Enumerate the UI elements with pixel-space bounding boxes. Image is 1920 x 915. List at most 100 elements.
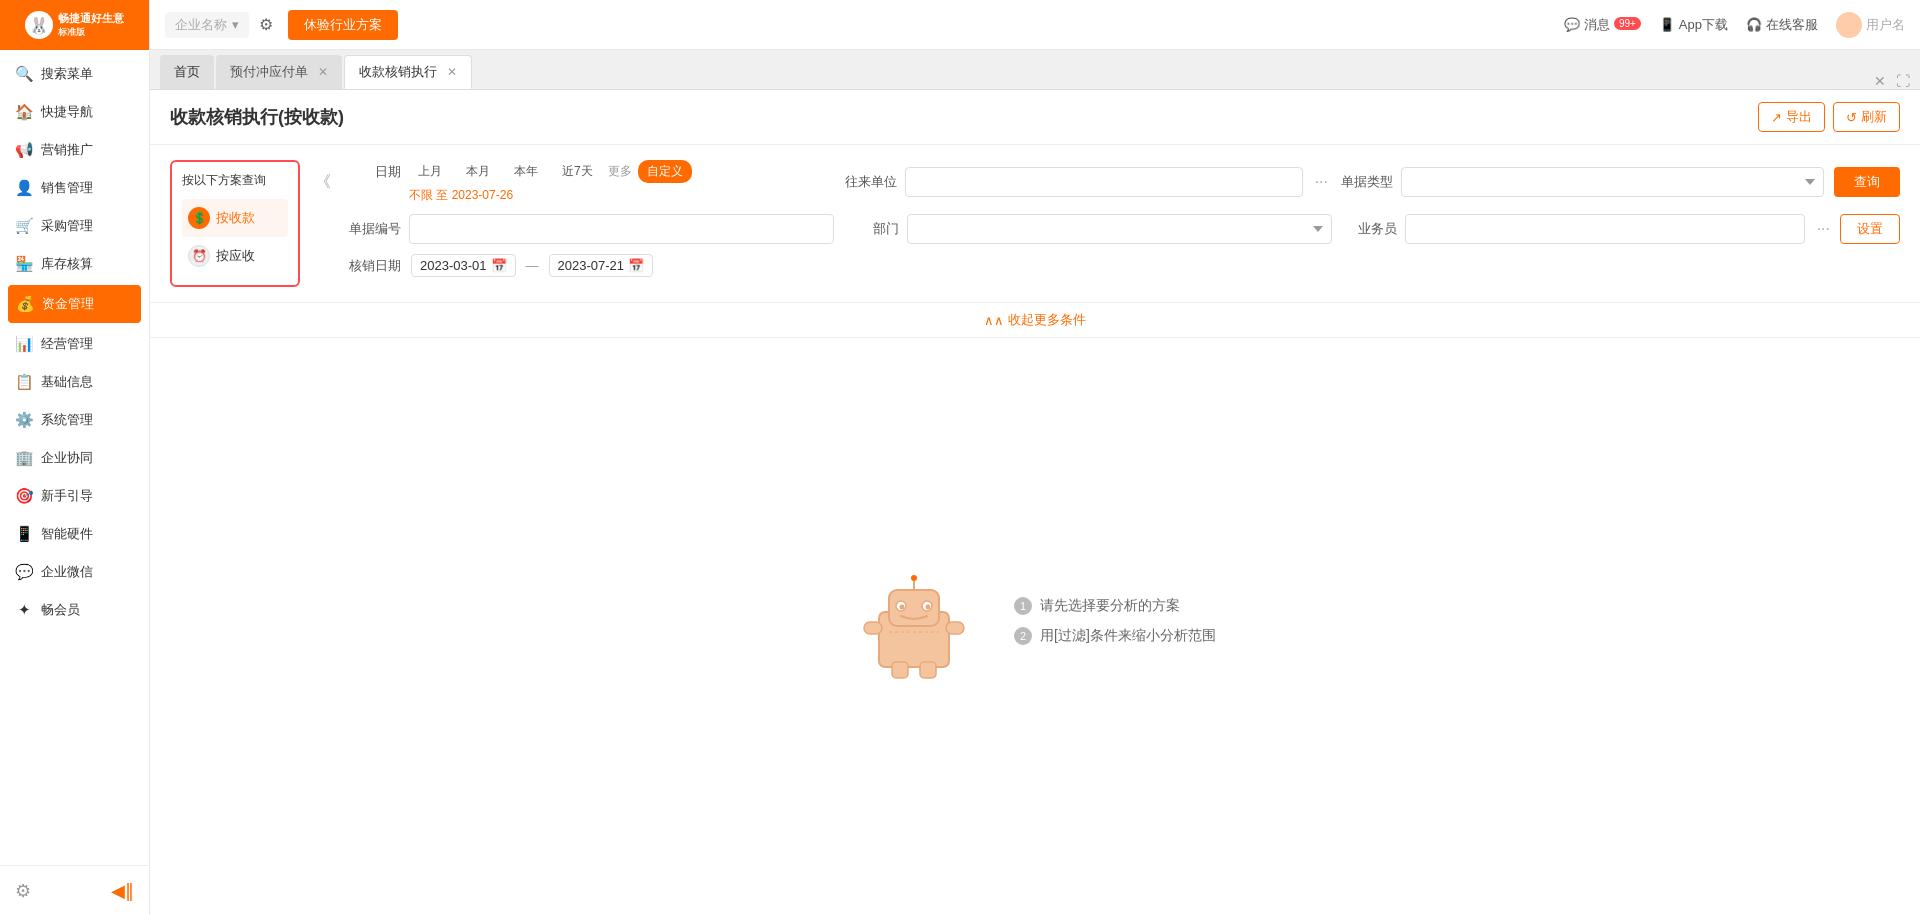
finance-icon: 💰	[16, 295, 34, 313]
salesperson-more-btn[interactable]: ···	[1817, 220, 1830, 238]
message-label: 消息	[1584, 16, 1610, 34]
salesperson-input[interactable]	[1405, 214, 1805, 244]
sidebar-item-wechat[interactable]: 💬 企业微信	[0, 553, 149, 591]
step-2-text: 用[过滤]条件来缩小分析范围	[1040, 627, 1216, 645]
sidebar-item-hardware[interactable]: 📱 智能硬件	[0, 515, 149, 553]
date-tab-last-month[interactable]: 上月	[409, 160, 451, 183]
sidebar-item-label: 智能硬件	[41, 525, 93, 543]
app-icon: 📱	[1659, 17, 1675, 32]
step-2-num: 2	[1014, 627, 1032, 645]
doc-type-select[interactable]	[1401, 167, 1824, 197]
sidebar-item-finance[interactable]: 💰 资金管理	[8, 285, 141, 323]
tab-home[interactable]: 首页	[160, 55, 214, 89]
message-icon: 💬	[1564, 17, 1580, 32]
tab-writeoff[interactable]: 收款核销执行 ✕	[344, 55, 472, 89]
filter-option-by-receipt[interactable]: 💲 按收款	[182, 199, 288, 237]
sidebar-item-system[interactable]: ⚙️ 系统管理	[0, 401, 149, 439]
date-filter-tabs: 上月 本月 本年 近7天 更多 自定义	[409, 160, 692, 183]
app-download-btn[interactable]: 📱 App下载	[1659, 16, 1728, 34]
tab-prepay-label: 预付冲应付单	[230, 63, 308, 81]
setting-button[interactable]: 设置	[1840, 214, 1900, 244]
collapse-sidebar-btn[interactable]: ◀‖	[111, 880, 134, 902]
sidebar-item-basic-info[interactable]: 📋 基础信息	[0, 363, 149, 401]
svg-point-7	[911, 575, 917, 581]
filter-row-2: 单据编号 部门 业务员 ···	[346, 214, 1900, 244]
date-separator: —	[526, 258, 539, 273]
tab-prepay[interactable]: 预付冲应付单 ✕	[216, 55, 342, 89]
app-logo: 🐰 畅捷通好生意 标准版	[0, 0, 149, 50]
enterprise-icon: 🏢	[15, 449, 33, 467]
date-hint: 不限 至 2023-07-26	[409, 187, 513, 204]
counterparty-input[interactable]	[905, 167, 1303, 197]
tab-close-all-icon[interactable]: ✕	[1874, 73, 1886, 89]
step-1-num: 1	[1014, 597, 1032, 615]
sidebar-item-member[interactable]: ✦ 畅会员	[0, 591, 149, 629]
date-tab-this-month[interactable]: 本月	[457, 160, 499, 183]
empty-illustration	[854, 567, 974, 687]
tabbar-controls: ✕ ⛶	[1874, 73, 1910, 89]
sidebar-footer: ⚙ ◀‖	[0, 865, 149, 915]
sidebar-item-label: 销售管理	[41, 179, 93, 197]
export-button[interactable]: ↗ 导出	[1758, 102, 1825, 132]
department-select[interactable]	[907, 214, 1332, 244]
topbar: 企业名称 ▾ ⚙ 休验行业方案 💬 消息 99+ 📱 App下载 🎧 在线客服 …	[150, 0, 1920, 50]
collapse-more-btn[interactable]: ∧∧ 收起更多条件	[150, 303, 1920, 338]
sidebar-item-purchase[interactable]: 🛒 采购管理	[0, 207, 149, 245]
svg-rect-9	[946, 622, 964, 634]
collapse-filter-btn[interactable]: 《	[315, 172, 331, 193]
doc-number-input[interactable]	[409, 214, 834, 244]
filter-form: 日期 上月 本月 本年 近7天 更多 自定义 不限 至 2023-0	[346, 160, 1900, 287]
date-more-btn[interactable]: 更多	[608, 163, 632, 180]
date-tab-7days[interactable]: 近7天	[553, 160, 602, 183]
customer-service-btn[interactable]: 🎧 在线客服	[1746, 16, 1818, 34]
tab-home-label: 首页	[174, 63, 200, 81]
refresh-button[interactable]: ↺ 刷新	[1833, 102, 1900, 132]
tab-expand-icon[interactable]: ⛶	[1896, 73, 1910, 89]
sidebar-item-label: 营销推广	[41, 141, 93, 159]
counterparty-label: 往来单位	[842, 173, 897, 191]
tab-prepay-close[interactable]: ✕	[318, 65, 328, 79]
brand-selector[interactable]: 企业名称 ▾	[165, 12, 249, 38]
sidebar-item-label: 新手引导	[41, 487, 93, 505]
writeoff-date-end-wrapper: 2023-07-21 📅	[549, 254, 654, 277]
page-title: 收款核销执行(按收款)	[170, 105, 344, 129]
calendar-start-icon[interactable]: 📅	[491, 258, 507, 273]
date-custom-tag[interactable]: 自定义	[638, 160, 692, 183]
receipt-scheme-icon: 💲	[188, 207, 210, 229]
salesperson-field-group: 业务员 ···	[1342, 214, 1830, 244]
query-button[interactable]: 查询	[1834, 167, 1900, 197]
filter-option-by-receivable[interactable]: ⏰ 按应收	[182, 237, 288, 275]
step-1-text: 请先选择要分析的方案	[1040, 597, 1180, 615]
sidebar-item-guide[interactable]: 🎯 新手引导	[0, 477, 149, 515]
svg-rect-8	[864, 622, 882, 634]
writeoff-date-start-wrapper: 2023-03-01 📅	[411, 254, 516, 277]
calendar-end-icon[interactable]: 📅	[628, 258, 644, 273]
counterparty-more-btn[interactable]: ···	[1315, 173, 1328, 191]
sidebar-item-management[interactable]: 📊 经营管理	[0, 325, 149, 363]
sidebar-item-quicknav[interactable]: 🏠 快捷导航	[0, 93, 149, 131]
date-tab-this-year[interactable]: 本年	[505, 160, 547, 183]
sidebar-item-label: 快捷导航	[41, 103, 93, 121]
tab-writeoff-close[interactable]: ✕	[447, 65, 457, 79]
sidebar-item-enterprise[interactable]: 🏢 企业协同	[0, 439, 149, 477]
sidebar-item-label: 系统管理	[41, 411, 93, 429]
sidebar-nav: 🔍 搜索菜单 🏠 快捷导航 📢 营销推广 👤 销售管理 🛒 采购管理 🏪 库存核…	[0, 50, 149, 865]
topbar-right: 💬 消息 99+ 📱 App下载 🎧 在线客服 用户名	[1564, 12, 1905, 38]
sidebar-item-inventory[interactable]: 🏪 库存核算	[0, 245, 149, 283]
doc-number-field-group: 单据编号	[346, 214, 834, 244]
sidebar-item-sales[interactable]: 👤 销售管理	[0, 169, 149, 207]
solution-button[interactable]: 休验行业方案	[288, 10, 398, 40]
filter-scheme-panel: 按以下方案查询 💲 按收款 ⏰ 按应收	[170, 160, 300, 287]
hardware-icon: 📱	[15, 525, 33, 543]
message-btn[interactable]: 💬 消息 99+	[1564, 16, 1641, 34]
sidebar-item-marketing[interactable]: 📢 营销推广	[0, 131, 149, 169]
home-icon: 🏠	[15, 103, 33, 121]
user-menu[interactable]: 用户名	[1836, 12, 1905, 38]
salesperson-label: 业务员	[1342, 220, 1397, 238]
empty-state: 1 请先选择要分析的方案 2 用[过滤]条件来缩小分析范围	[150, 338, 1920, 915]
sidebar-item-search[interactable]: 🔍 搜索菜单	[0, 55, 149, 93]
date-label: 日期	[346, 163, 401, 181]
filter-area: 按以下方案查询 💲 按收款 ⏰ 按应收 《	[150, 145, 1920, 303]
settings-topbar-icon[interactable]: ⚙	[259, 15, 273, 34]
settings-icon[interactable]: ⚙	[15, 880, 31, 902]
